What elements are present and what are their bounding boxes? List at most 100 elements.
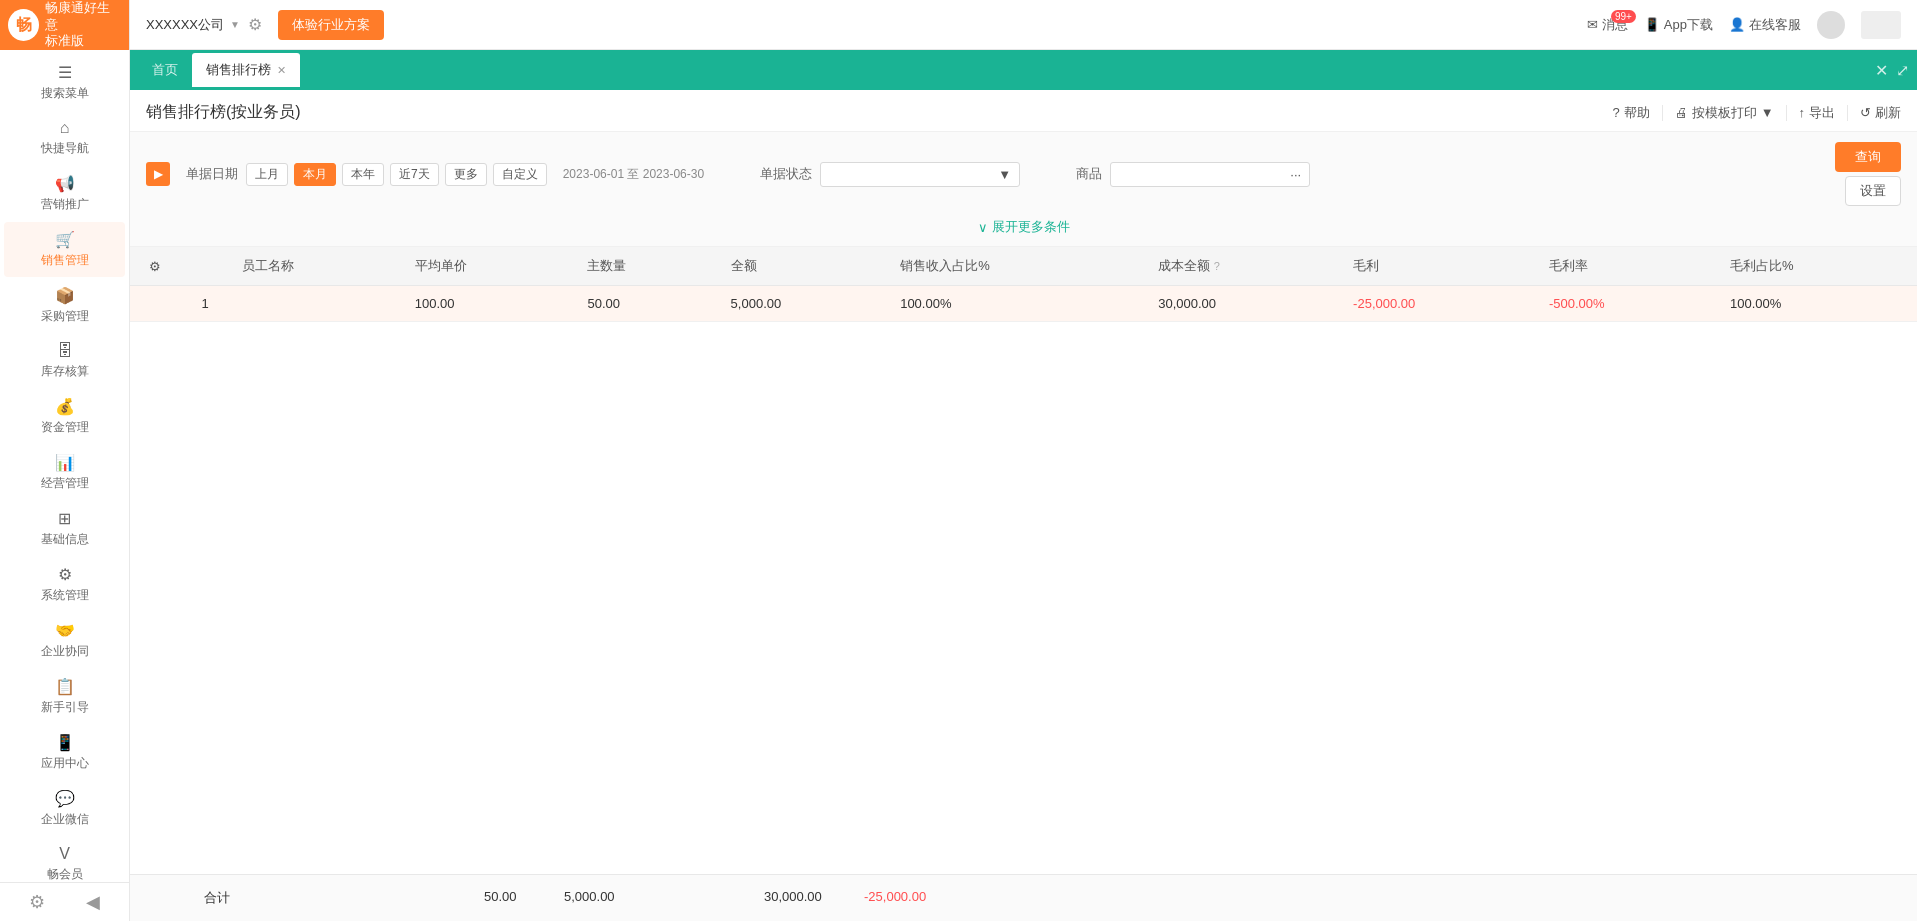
sidebar-item-system[interactable]: ⚙ 系统管理 bbox=[4, 557, 125, 612]
sidebar-label-apps: 应用中心 bbox=[41, 755, 89, 772]
collapse-icon[interactable]: ◀ bbox=[86, 891, 100, 913]
footer-cell-7: -25,000.00 bbox=[852, 885, 952, 911]
footer-cell-0 bbox=[142, 885, 192, 911]
sidebar-label-vip: 畅会员 bbox=[47, 866, 83, 882]
close-all-icon[interactable]: ✕ bbox=[1875, 61, 1888, 80]
settings-icon[interactable]: ⚙ bbox=[29, 891, 45, 913]
col-header-rank bbox=[180, 247, 230, 286]
settings-button[interactable]: 设置 bbox=[1845, 176, 1901, 206]
sidebar-label-guide: 新手引导 bbox=[41, 699, 89, 716]
period-btn-自定义[interactable]: 自定义 bbox=[493, 163, 547, 186]
sidebar-item-purchase[interactable]: 📦 采购管理 bbox=[4, 278, 125, 333]
message-badge: 99+ bbox=[1611, 10, 1636, 23]
filter-row-1: ▶ 单据日期 上月本月本年近7天更多自定义 2023-06-01 至 2023-… bbox=[146, 142, 1901, 206]
sidebar-item-operation[interactable]: 📊 经营管理 bbox=[4, 445, 125, 500]
sidebar-nav: ☰ 搜索菜单 ⌂ 快捷导航 📢 营销推广 🛒 销售管理 📦 采购管理 🗄 库存核… bbox=[0, 50, 129, 882]
footer-cell-2 bbox=[392, 885, 472, 911]
sidebar-icon-guide: 📋 bbox=[55, 677, 75, 696]
message-button[interactable]: ✉ 消息 99+ bbox=[1587, 16, 1628, 34]
footer-cell-4: 5,000.00 bbox=[552, 885, 652, 911]
sidebar-label-search: 搜索菜单 bbox=[41, 85, 89, 102]
restore-icon[interactable]: ⤢ bbox=[1896, 61, 1909, 80]
topbar: XXXXXX公司 ▼ ⚙ 体验行业方案 ✉ 消息 99+ 📱 App下载 👤 在… bbox=[130, 0, 1917, 50]
period-btn-更多[interactable]: 更多 bbox=[445, 163, 487, 186]
user-avatar[interactable] bbox=[1817, 11, 1845, 39]
help-button[interactable]: ? 帮助 bbox=[1612, 104, 1649, 122]
sidebar-item-search[interactable]: ☰ 搜索菜单 bbox=[4, 55, 125, 110]
print-dropdown-icon: ▼ bbox=[1761, 105, 1774, 120]
expand-more-btn[interactable]: ∨ 展开更多条件 bbox=[978, 218, 1070, 236]
date-filter: 单据日期 上月本月本年近7天更多自定义 bbox=[186, 163, 547, 186]
col-header-qty: 主数量 bbox=[575, 247, 718, 286]
sidebar-item-enterprise[interactable]: 🤝 企业协同 bbox=[4, 613, 125, 668]
sidebar-icon-quick-nav: ⌂ bbox=[60, 119, 70, 137]
topbar-settings-icon[interactable]: ⚙ bbox=[248, 15, 262, 34]
query-button[interactable]: 查询 bbox=[1835, 142, 1901, 172]
sidebar-item-inventory[interactable]: 🗄 库存核算 bbox=[4, 334, 125, 388]
sidebar-footer: ⚙ ◀ bbox=[0, 882, 129, 921]
logo-icon: 畅 bbox=[8, 9, 39, 41]
sidebar-icon-sales: 🛒 bbox=[55, 230, 75, 249]
sidebar-label-wechat: 企业微信 bbox=[41, 811, 89, 828]
sidebar-item-guide[interactable]: 📋 新手引导 bbox=[4, 669, 125, 724]
print-button[interactable]: 🖨 按模板打印 ▼ bbox=[1675, 104, 1774, 122]
cell-gross_pct: 100.00% bbox=[1718, 286, 1917, 322]
period-btn-本月[interactable]: 本月 bbox=[294, 163, 336, 186]
sidebar-item-wechat[interactable]: 💬 企业微信 bbox=[4, 781, 125, 836]
sidebar-icon-system: ⚙ bbox=[58, 565, 72, 584]
footer-cell-6: 30,000.00 bbox=[752, 885, 852, 911]
sidebar-label-quick-nav: 快捷导航 bbox=[41, 140, 89, 157]
sidebar-item-sales[interactable]: 🛒 销售管理 bbox=[4, 222, 125, 277]
col-header-gross_rate: 毛利率 bbox=[1537, 247, 1718, 286]
refresh-button[interactable]: ↺ 刷新 bbox=[1860, 104, 1901, 122]
page-header: 销售排行榜(按业务员) ? 帮助 🖨 按模板打印 ▼ ↑ bbox=[130, 90, 1917, 132]
table-footer: 合计 50.005,000.00 30,000.00-25,000.00 bbox=[130, 874, 1917, 921]
tab-home[interactable]: 首页 bbox=[138, 53, 192, 87]
goods-input[interactable]: ··· bbox=[1110, 162, 1310, 187]
sidebar-label-purchase: 采购管理 bbox=[41, 308, 89, 325]
col-header-settings[interactable]: ⚙ bbox=[130, 247, 180, 286]
trial-button[interactable]: 体验行业方案 bbox=[278, 10, 384, 40]
sidebar-item-marketing[interactable]: 📢 营销推广 bbox=[4, 166, 125, 221]
content-area: 销售排行榜(按业务员) ? 帮助 🖨 按模板打印 ▼ ↑ bbox=[130, 90, 1917, 921]
sidebar-item-basic[interactable]: ⊞ 基础信息 bbox=[4, 501, 125, 556]
company-selector[interactable]: XXXXXX公司 ▼ bbox=[146, 16, 240, 34]
table-header: ⚙员工名称平均单价主数量全额销售收入占比%成本全额 ?毛利毛利率毛利占比% bbox=[130, 247, 1917, 286]
app-download-button[interactable]: 📱 App下载 bbox=[1644, 16, 1713, 34]
user-name-placeholder bbox=[1861, 11, 1901, 39]
sidebar-icon-search: ☰ bbox=[58, 63, 72, 82]
export-icon: ↑ bbox=[1799, 105, 1806, 120]
sidebar-label-basic: 基础信息 bbox=[41, 531, 89, 548]
goods-more-icon: ··· bbox=[1290, 167, 1301, 182]
cell-settings bbox=[130, 286, 180, 322]
page-title: 销售排行榜(按业务员) bbox=[146, 102, 301, 123]
sidebar-item-vip[interactable]: V 畅会员 bbox=[4, 837, 125, 882]
sidebar-item-quick-nav[interactable]: ⌂ 快捷导航 bbox=[4, 111, 125, 165]
online-service-button[interactable]: 👤 在线客服 bbox=[1729, 16, 1801, 34]
topbar-right: ✉ 消息 99+ 📱 App下载 👤 在线客服 bbox=[1587, 11, 1901, 39]
tab-close-sales-rank[interactable]: ✕ bbox=[277, 64, 286, 77]
status-select[interactable]: ▼ bbox=[820, 162, 1020, 187]
divider-2 bbox=[1786, 105, 1787, 121]
sidebar-label-system: 系统管理 bbox=[41, 587, 89, 604]
filter-expand-arrow[interactable]: ▶ bbox=[146, 162, 170, 186]
export-button[interactable]: ↑ 导出 bbox=[1799, 104, 1836, 122]
tabbar: 首页销售排行榜 ✕ ✕ ⤢ bbox=[130, 50, 1917, 90]
sidebar-item-apps[interactable]: 📱 应用中心 bbox=[4, 725, 125, 780]
col-header-gross_pct: 毛利占比% bbox=[1718, 247, 1917, 286]
tab-sales-rank[interactable]: 销售排行榜 ✕ bbox=[192, 53, 300, 87]
service-icon: 👤 bbox=[1729, 17, 1745, 32]
period-btn-本年[interactable]: 本年 bbox=[342, 163, 384, 186]
cell-gross: -25,000.00 bbox=[1341, 286, 1537, 322]
period-btn-近7天[interactable]: 近7天 bbox=[390, 163, 439, 186]
help-icon: ? bbox=[1612, 105, 1619, 120]
status-filter: 单据状态 ▼ bbox=[760, 162, 1020, 187]
footer-cell-3: 50.00 bbox=[472, 885, 552, 911]
divider-1 bbox=[1662, 105, 1663, 121]
cell-qty: 50.00 bbox=[575, 286, 718, 322]
cost-help-icon: ? bbox=[1214, 260, 1220, 272]
footer-cell-1: 合计 bbox=[192, 885, 392, 911]
sidebar-item-finance[interactable]: 💰 资金管理 bbox=[4, 389, 125, 444]
main-area: XXXXXX公司 ▼ ⚙ 体验行业方案 ✉ 消息 99+ 📱 App下载 👤 在… bbox=[130, 0, 1917, 921]
period-btn-上月[interactable]: 上月 bbox=[246, 163, 288, 186]
